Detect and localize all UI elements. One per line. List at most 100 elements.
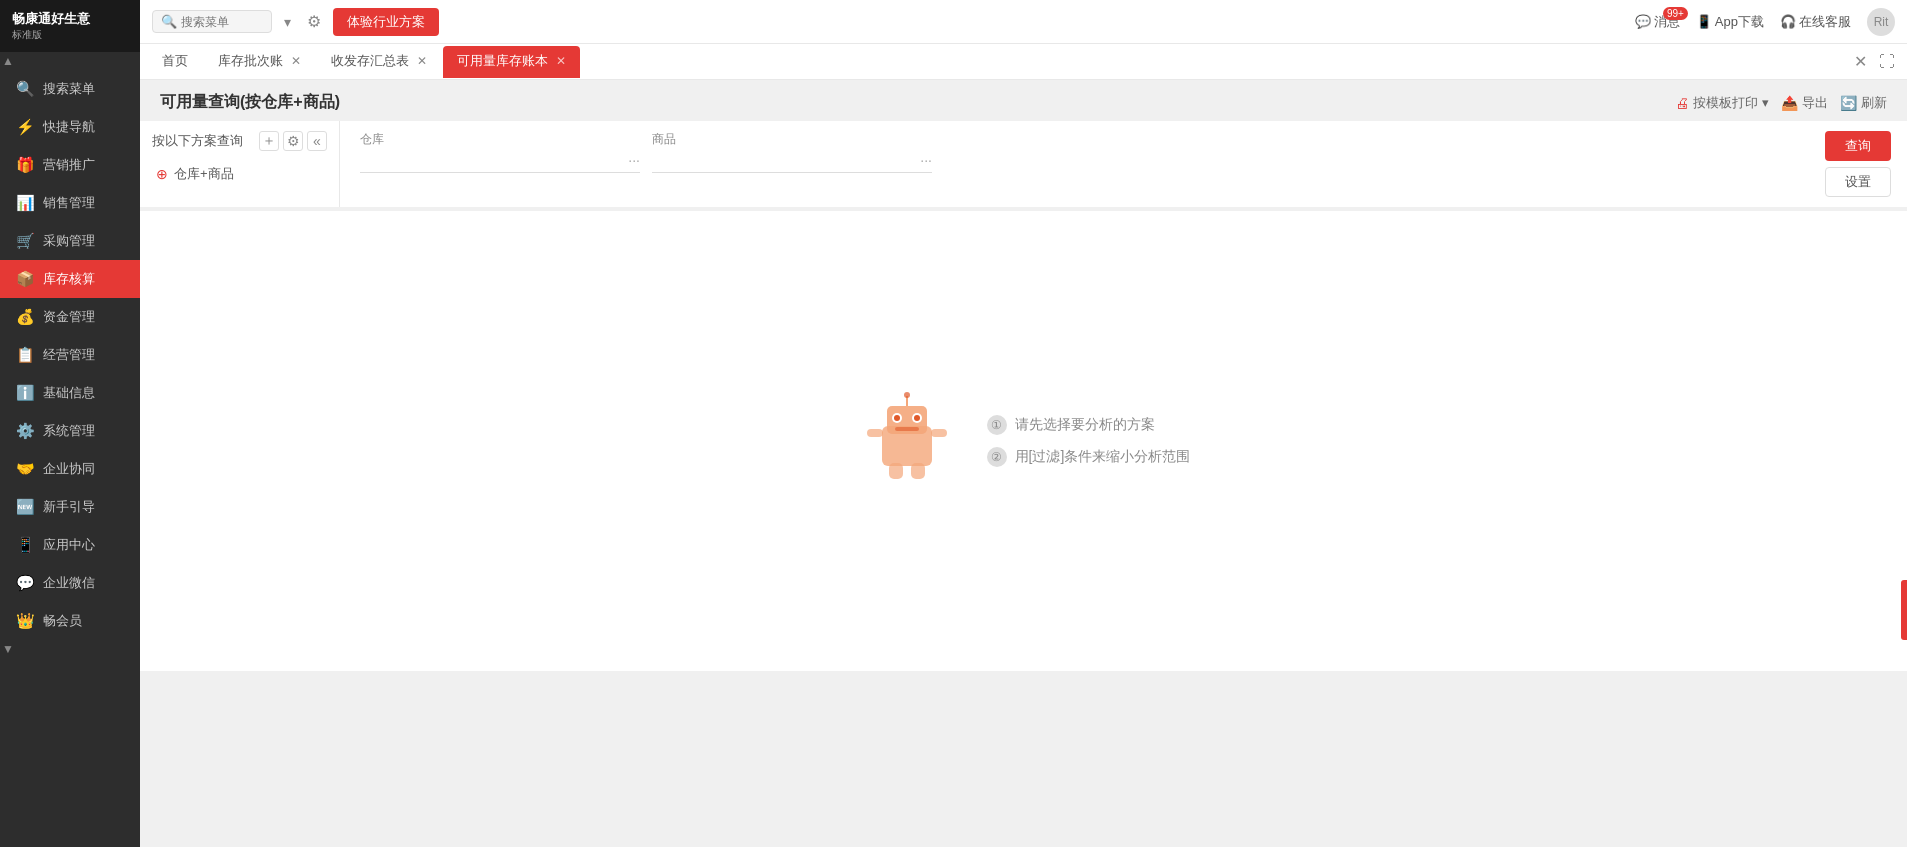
svg-rect-9 [889,463,903,479]
svg-rect-8 [931,429,947,437]
sidebar-item-label: 应用中心 [43,536,95,554]
expand-tab-button[interactable]: ⛶ [1875,51,1899,73]
sidebar-item-label: 营销推广 [43,156,95,174]
new-guide-icon: 🆕 [16,498,35,516]
goods-input[interactable] [652,153,916,168]
right-actions: 查询 设置 [1809,121,1907,207]
config-scheme-icon[interactable]: ⚙ [283,131,303,151]
sidebar-item-label: 系统管理 [43,422,95,440]
sidebar-item-label: 新手引导 [43,498,95,516]
tab-available-ledger-close[interactable]: ✕ [556,54,566,68]
industry-solution-button[interactable]: 体验行业方案 [333,8,439,36]
sidebar-item-label: 搜索菜单 [43,80,95,98]
page-header-actions: 🖨 按模板打印 ▾ 📤 导出 🔄 刷新 [1675,94,1887,112]
print-label: 按模板打印 [1693,94,1758,112]
sidebar-item-basic-info[interactable]: ℹ️ 基础信息 [0,374,140,412]
tab-receipt-summary-close[interactable]: ✕ [417,54,427,68]
tabs-right-actions: ✕ ⛶ [1850,50,1899,73]
refresh-label: 刷新 [1861,94,1887,112]
page-title: 可用量查询(按仓库+商品) [160,92,340,113]
sidebar-item-system[interactable]: ⚙️ 系统管理 [0,412,140,450]
marketing-icon: 🎁 [16,156,35,174]
enterprise-collab-icon: 🤝 [16,460,35,478]
scheme-panel-actions: ＋ ⚙ « [259,131,327,151]
search-box[interactable]: 🔍 [152,10,272,33]
sales-icon: 📊 [16,194,35,212]
export-button[interactable]: 📤 导出 [1781,94,1828,112]
warehouse-more-icon[interactable]: ··· [628,152,640,168]
sidebar-item-sales[interactable]: 📊 销售管理 [0,184,140,222]
sidebar-item-marketing[interactable]: 🎁 营销推广 [0,146,140,184]
sidebar-item-enterprise-wechat[interactable]: 💬 企业微信 [0,564,140,602]
right-edge-indicator [1901,580,1907,640]
sidebar-item-label: 基础信息 [43,384,95,402]
print-icon: 🖨 [1675,95,1689,111]
svg-rect-10 [911,463,925,479]
sidebar-item-new-guide[interactable]: 🆕 新手引导 [0,488,140,526]
close-tab-button[interactable]: ✕ [1850,50,1871,73]
add-scheme-icon[interactable]: ＋ [259,131,279,151]
app-version: 标准版 [12,28,42,42]
svg-point-5 [914,415,920,421]
settings-button[interactable]: 设置 [1825,167,1891,197]
tab-batch-ledger-label: 库存批次账 [218,52,283,70]
sidebar-item-app-center[interactable]: 📱 应用中心 [0,526,140,564]
finance-icon: 💰 [16,308,35,326]
search-input[interactable] [181,15,261,29]
collapse-panel-icon[interactable]: « [307,131,327,151]
tip-text-2: 用[过滤]条件来缩小分析范围 [1015,448,1191,466]
settings-gear-icon[interactable]: ⚙ [303,8,325,35]
tab-available-ledger[interactable]: 可用量库存账本 ✕ [443,46,580,78]
warehouse-input-wrap: ··· [360,152,640,173]
online-service-label: 在线客服 [1799,13,1851,31]
sidebar: 畅康通好生意 标准版 ▲ 🔍 搜索菜单 ⚡ 快捷导航 🎁 营销推广 📊 销售管理… [0,0,140,847]
scroll-down-arrow[interactable]: ▼ [0,640,140,658]
sidebar-item-enterprise-collab[interactable]: 🤝 企业协同 [0,450,140,488]
tab-home[interactable]: 首页 [148,46,202,78]
enterprise-wechat-icon: 💬 [16,574,35,592]
goods-more-icon[interactable]: ··· [920,152,932,168]
app-download-area[interactable]: 📱 App下载 [1696,13,1764,31]
robot-illustration [857,391,957,491]
scroll-up-arrow[interactable]: ▲ [0,52,140,70]
print-template-button[interactable]: 🖨 按模板打印 ▾ [1675,94,1769,112]
query-button[interactable]: 查询 [1825,131,1891,161]
scheme-panel-label: 按以下方案查询 [152,132,243,150]
user-avatar[interactable]: Rit [1867,8,1895,36]
online-service-area[interactable]: 🎧 在线客服 [1780,13,1851,31]
tab-receipt-summary[interactable]: 收发存汇总表 ✕ [317,46,441,78]
empty-tips: ① 请先选择要分析的方案 ② 用[过滤]条件来缩小分析范围 [987,415,1191,467]
app-name: 畅康通好生意 [12,10,90,28]
sidebar-item-label: 企业微信 [43,574,95,592]
tab-batch-ledger-close[interactable]: ✕ [291,54,301,68]
tab-home-label: 首页 [162,52,188,70]
sidebar-item-vip[interactable]: 👑 畅会员 [0,602,140,640]
query-area: 按以下方案查询 ＋ ⚙ « ⊕ 仓库+商品 仓库 [140,121,1907,207]
warehouse-label: 仓库 [360,131,640,148]
scheme-item-warehouse-goods[interactable]: ⊕ 仓库+商品 [140,159,339,189]
svg-rect-7 [867,429,883,437]
refresh-button[interactable]: 🔄 刷新 [1840,94,1887,112]
tab-batch-ledger[interactable]: 库存批次账 ✕ [204,46,315,78]
sidebar-item-label: 采购管理 [43,232,95,250]
operations-icon: 📋 [16,346,35,364]
warehouse-input[interactable] [360,153,624,168]
sidebar-item-label: 资金管理 [43,308,95,326]
basic-info-icon: ℹ️ [16,384,35,402]
sidebar-item-finance[interactable]: 💰 资金管理 [0,298,140,336]
shortcut-nav-icon: ⚡ [16,118,35,136]
sidebar-item-label: 畅会员 [43,612,82,630]
sidebar-item-shortcut-nav[interactable]: ⚡ 快捷导航 [0,108,140,146]
sidebar-item-operations[interactable]: 📋 经营管理 [0,336,140,374]
topbar: 🔍 ▾ ⚙ 体验行业方案 💬 消息 99+ 📱 App下载 🎧 在线客服 Rit [140,0,1907,44]
svg-rect-6 [895,427,919,431]
sidebar-item-inventory[interactable]: 📦 库存核算 [0,260,140,298]
sidebar-item-search-menu[interactable]: 🔍 搜索菜单 [0,70,140,108]
tip-num-2: ② [987,447,1007,467]
sidebar-item-purchase[interactable]: 🛒 采购管理 [0,222,140,260]
scheme-panel: 按以下方案查询 ＋ ⚙ « ⊕ 仓库+商品 [140,121,340,207]
dropdown-btn[interactable]: ▾ [280,10,295,34]
empty-state-content: ① 请先选择要分析的方案 ② 用[过滤]条件来缩小分析范围 [857,391,1191,491]
print-dropdown-icon: ▾ [1762,95,1769,110]
notification-area[interactable]: 💬 消息 99+ [1635,13,1680,31]
